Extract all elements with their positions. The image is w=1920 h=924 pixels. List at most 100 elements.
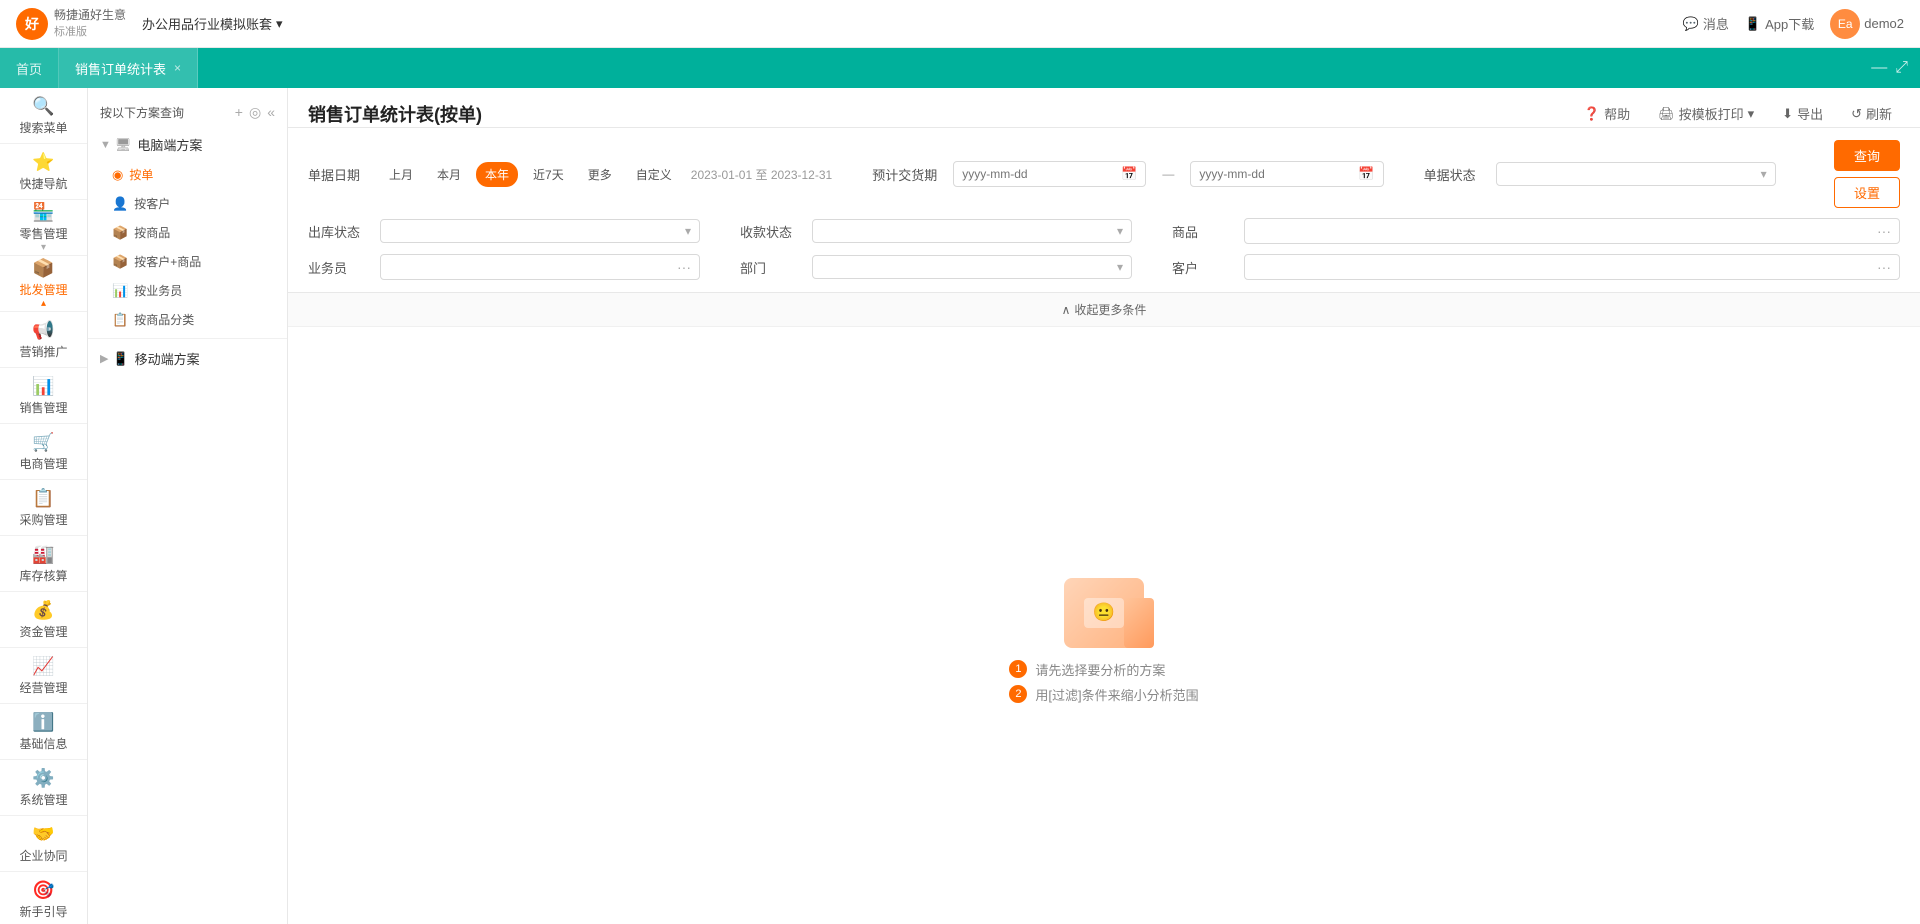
salesperson-select[interactable]: ··· xyxy=(380,254,700,280)
settings-btn[interactable]: 设置 xyxy=(1834,177,1900,208)
sidebar-item-quick[interactable]: ⭐ 快捷导航 xyxy=(0,144,87,200)
goods-select[interactable]: ··· xyxy=(1244,218,1900,244)
help-btn[interactable]: ❓ 帮助 xyxy=(1576,100,1638,127)
sidebar-item-system[interactable]: ⚙️ 系统管理 xyxy=(0,760,87,816)
page-actions: ❓ 帮助 🖨 按模板打印 ▾ ⬇ 导出 ↺ 刷新 xyxy=(1576,100,1900,127)
empty-tip-2: 2 用[过滤]条件来缩小分析范围 xyxy=(1009,685,1198,704)
retail-icon: 🏪 xyxy=(32,202,54,223)
filter-action-buttons: 查询 设置 xyxy=(1834,140,1900,208)
operations-icon: 📈 xyxy=(32,656,54,677)
sidebar-item-operations[interactable]: 📈 经营管理 xyxy=(0,648,87,704)
empty-side xyxy=(1124,598,1154,648)
sidebar-item-retail[interactable]: 🏪 零售管理 ▾ xyxy=(0,200,87,256)
filter-row-3: 业务员 ··· 部门 ▾ 客户 ··· xyxy=(308,254,1900,280)
date-btn-last-month[interactable]: 上月 xyxy=(380,162,422,187)
sidebar-item-search[interactable]: 🔍 搜索菜单 xyxy=(0,88,87,144)
top-bar-left: 好 畅捷通好生意 标准版 办公用品行业模拟账套 ▾ xyxy=(16,8,283,40)
system-icon: ⚙️ xyxy=(32,768,54,789)
sidebar-item-guide[interactable]: 🎯 新手引导 xyxy=(0,872,87,924)
tree-item-by-goods[interactable]: 📦 按商品 xyxy=(112,218,287,247)
expected-date-start-input[interactable]: 📅 xyxy=(953,161,1146,187)
customer-select[interactable]: ··· xyxy=(1244,254,1900,280)
avatar: Ea xyxy=(1830,9,1860,39)
sidebar-item-corp-collab[interactable]: 🤝 企业协同 xyxy=(0,816,87,872)
tree-item-by-customer-goods[interactable]: 📦 按客户+商品 xyxy=(112,247,287,276)
tree-item-by-salesperson[interactable]: 📊 按业务员 xyxy=(112,276,287,305)
filter-row-1: 单据日期 上月 本月 本年 近7天 更多 自定义 2023-01-01 至 20… xyxy=(308,140,1900,208)
app-title[interactable]: 办公用品行业模拟账套 ▾ xyxy=(142,14,283,33)
date-btn-custom[interactable]: 自定义 xyxy=(627,162,681,187)
dropdown-icon[interactable]: ▾ xyxy=(276,16,283,32)
sidebar-item-finance[interactable]: 💰 资金管理 xyxy=(0,592,87,648)
logo-sub: 标准版 xyxy=(54,23,126,39)
tab-home[interactable]: 首页 xyxy=(0,48,59,88)
collapse-bar[interactable]: ∧ 收起更多条件 xyxy=(288,293,1920,327)
logo-icon: 好 xyxy=(16,8,48,40)
export-icon: ⬇ xyxy=(1782,106,1793,122)
sidebar-item-sales[interactable]: 📊 销售管理 xyxy=(0,368,87,424)
logo-text-wrap: 畅捷通好生意 标准版 xyxy=(54,8,126,40)
sidebar-item-wholesale[interactable]: 📦 批发管理 ▴ xyxy=(0,256,87,312)
user-avatar-btn[interactable]: Ea demo2 xyxy=(1830,9,1904,39)
sidebar-item-basics[interactable]: ℹ️ 基础信息 xyxy=(0,704,87,760)
date-label: 单据日期 xyxy=(308,165,364,184)
mobile-icon: 📱 xyxy=(112,351,128,367)
payment-status-select[interactable]: ▾ xyxy=(812,219,1132,243)
salesperson-more-icon[interactable]: ··· xyxy=(677,259,691,275)
customer-scheme-icon: 👤 xyxy=(112,196,128,212)
top-bar-right: 💬 消息 📱 App下载 Ea demo2 xyxy=(1683,9,1904,39)
window-restore-btn[interactable]: ⤢ xyxy=(1895,59,1908,77)
tab-sales-order[interactable]: 销售订单统计表 × xyxy=(59,48,198,88)
template-print-btn[interactable]: 🖨 按模板打印 ▾ xyxy=(1650,100,1762,127)
sidebar-item-ecommerce[interactable]: 🛒 电商管理 xyxy=(0,424,87,480)
expand-icon: ▾ xyxy=(41,242,46,253)
sidebar-item-purchase[interactable]: 📋 采购管理 xyxy=(0,480,87,536)
dept-select[interactable]: ▾ xyxy=(812,255,1132,279)
app-download-btn[interactable]: 📱 App下载 xyxy=(1745,14,1814,33)
left-panel: 按以下方案查询 + ◎ « ▼ 🖥 电脑端方案 ◉ 按单 👤 按客户 📦 xyxy=(88,88,288,924)
dept-dropdown-icon: ▾ xyxy=(1117,260,1123,274)
nav-tabs: 首页 销售订单统计表 × — ⤢ xyxy=(0,48,1920,88)
collapse-panel-btn[interactable]: « xyxy=(267,104,275,121)
expected-date-end-input[interactable]: 📅 xyxy=(1190,161,1383,187)
refresh-btn[interactable]: ↺ 刷新 xyxy=(1843,100,1900,127)
sidebar-item-marketing[interactable]: 📢 营销推广 xyxy=(0,312,87,368)
tree-divider xyxy=(88,338,287,339)
tree-item-by-category[interactable]: 📋 按商品分类 xyxy=(112,305,287,334)
page-title: 销售订单统计表(按单) xyxy=(308,101,482,127)
logo-text: 畅捷通好生意 xyxy=(54,8,126,24)
date-btn-more[interactable]: 更多 xyxy=(579,162,621,187)
tree-mobile-group[interactable]: ▶ 📱 移动端方案 xyxy=(88,343,287,374)
panel-header: 按以下方案查询 + ◎ « xyxy=(88,96,287,129)
tree-mobile-arrow-icon: ▶ xyxy=(100,352,108,365)
tree-desktop-group[interactable]: ▼ 🖥 电脑端方案 xyxy=(88,129,287,160)
salesperson-scheme-icon: 📊 xyxy=(112,283,128,299)
sidebar-item-inventory[interactable]: 🏭 库存核算 xyxy=(0,536,87,592)
export-btn[interactable]: ⬇ 导出 xyxy=(1774,100,1831,127)
out-status-select[interactable]: ▾ xyxy=(380,219,700,243)
status-select[interactable]: ▾ xyxy=(1496,162,1776,186)
empty-face: 😐 xyxy=(1084,598,1124,628)
tip-num-2: 2 xyxy=(1009,685,1027,703)
sidebar: 🔍 搜索菜单 ⭐ 快捷导航 🏪 零售管理 ▾ 📦 批发管理 ▴ 📢 营销推广 📊… xyxy=(0,88,88,924)
expected-end-field[interactable] xyxy=(1199,167,1354,181)
date-btn-this-month[interactable]: 本月 xyxy=(428,162,470,187)
add-scheme-btn[interactable]: + xyxy=(235,104,243,121)
purchase-icon: 📋 xyxy=(32,488,54,509)
goods-more-icon[interactable]: ··· xyxy=(1877,223,1891,239)
nav-tab-actions: — ⤢ xyxy=(1871,59,1920,77)
print-dropdown-icon[interactable]: ▾ xyxy=(1748,106,1755,122)
logo-box: 好 畅捷通好生意 标准版 xyxy=(16,8,126,40)
tab-close-icon[interactable]: × xyxy=(174,61,181,75)
expected-start-field[interactable] xyxy=(962,167,1117,181)
message-btn[interactable]: 💬 消息 xyxy=(1683,14,1729,33)
star-icon: ⭐ xyxy=(32,152,54,173)
window-minimize-btn[interactable]: — xyxy=(1871,59,1887,77)
tree-item-by-order[interactable]: ◉ 按单 xyxy=(112,160,287,189)
query-btn[interactable]: 查询 xyxy=(1834,140,1900,171)
tree-item-by-customer[interactable]: 👤 按客户 xyxy=(112,189,287,218)
settings-scheme-btn[interactable]: ◎ xyxy=(249,104,261,121)
date-btn-7days[interactable]: 近7天 xyxy=(524,162,573,187)
date-btn-this-year[interactable]: 本年 xyxy=(476,162,518,187)
customer-more-icon[interactable]: ··· xyxy=(1877,259,1891,275)
